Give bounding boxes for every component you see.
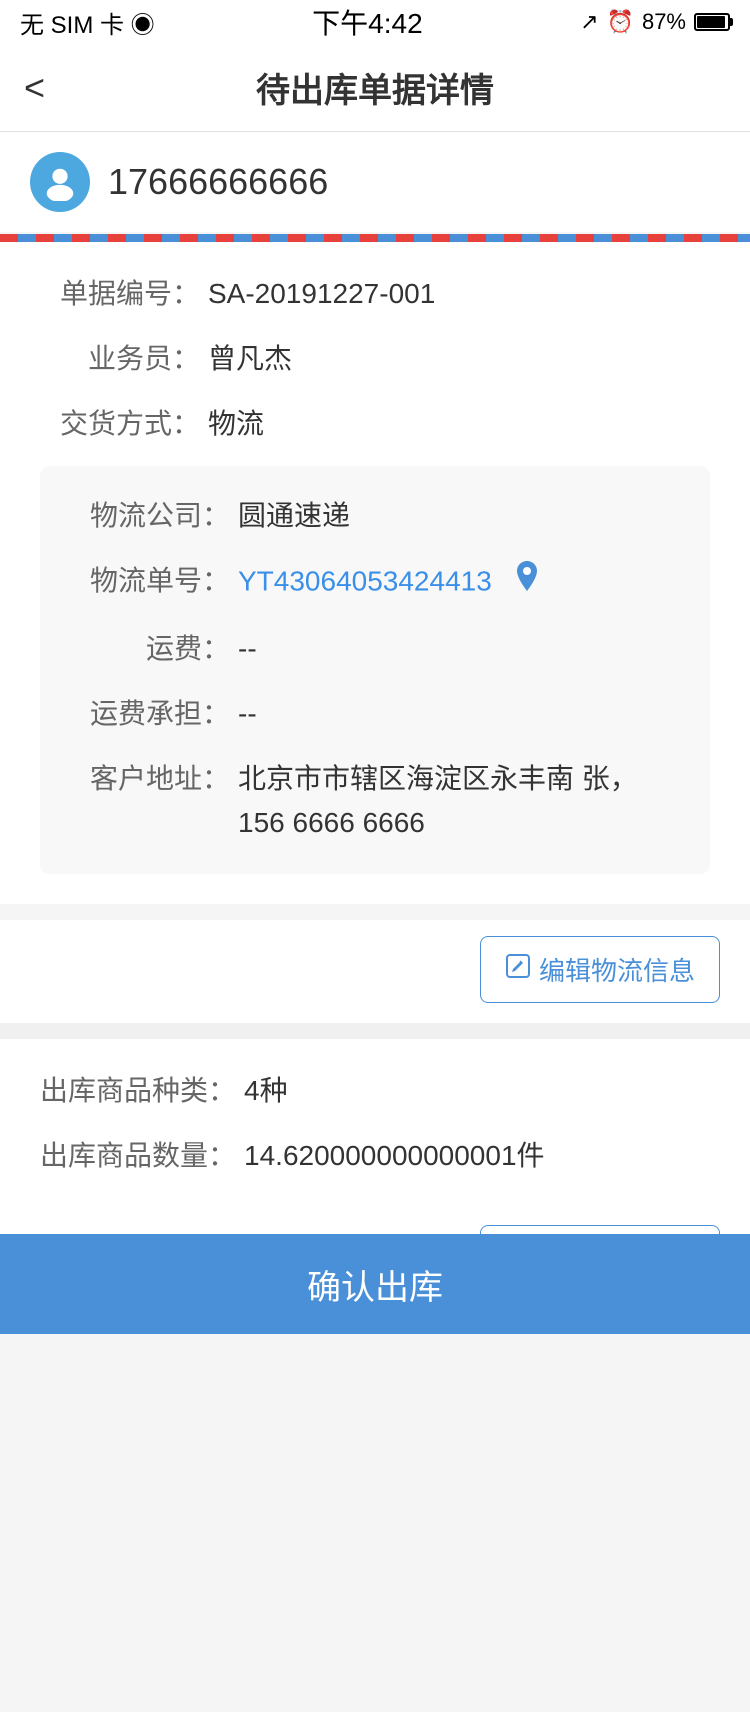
address-row: 客户地址： 北京市市辖区海淀区永丰南 张，156 6666 6666 (70, 757, 680, 847)
battery-icon (694, 13, 730, 31)
product-types-label: 出库商品种类： (40, 1069, 236, 1114)
customer-phone: 17666666666 (108, 161, 328, 203)
product-types-value: 4种 (244, 1069, 710, 1114)
location-icon-status: ↗ (580, 9, 598, 35)
status-time: 下午4:42 (312, 2, 423, 42)
delivery-value: 物流 (208, 402, 710, 447)
edit-logistics-area: 编辑物流信息 (0, 920, 750, 1023)
back-button[interactable]: < (24, 67, 45, 109)
freight-row: 运费： -- (70, 627, 680, 672)
status-right: ↗ ⏰ 87% (580, 9, 730, 35)
product-info-section: 出库商品种类： 4种 出库商品数量： 14.620000000000001件 (0, 1039, 750, 1209)
company-value: 圆通速递 (238, 494, 680, 539)
order-no-row: 单据编号： SA-20191227-001 (40, 272, 710, 317)
salesman-label: 业务员： (40, 337, 200, 382)
page-title: 待出库单据详情 (256, 63, 494, 112)
customer-avatar (30, 152, 90, 212)
freight-value: -- (238, 627, 680, 672)
freight-bearer-label: 运费承担： (70, 692, 230, 737)
edit-logistics-button[interactable]: 编辑物流信息 (480, 936, 720, 1003)
sim-signal: 无 SIM 卡 ◉ (20, 5, 155, 40)
order-no-value: SA-20191227-001 (208, 272, 710, 317)
product-types-row: 出库商品种类： 4种 (40, 1069, 710, 1114)
spacer (0, 1312, 750, 1612)
section-divider (0, 1023, 750, 1039)
status-left: 无 SIM 卡 ◉ (20, 5, 155, 40)
track-no-row: 物流单号： YT43064053424413 (70, 559, 680, 607)
address-value: 北京市市辖区海淀区永丰南 张，156 6666 6666 (238, 757, 680, 847)
delivery-row: 交货方式： 物流 (40, 402, 710, 447)
salesman-value: 曾凡杰 (208, 337, 710, 382)
nav-bar: < 待出库单据详情 (0, 44, 750, 132)
product-quantity-label: 出库商品数量： (40, 1134, 236, 1179)
edit-icon (505, 953, 531, 986)
company-row: 物流公司： 圆通速递 (70, 494, 680, 539)
location-pin-icon[interactable] (512, 559, 542, 607)
track-no-value: YT43064053424413 (238, 559, 680, 607)
company-label: 物流公司： (70, 494, 230, 539)
freight-bearer-row: 运费承担： -- (70, 692, 680, 737)
track-no-label: 物流单号： (70, 559, 230, 604)
product-quantity-value: 14.620000000000001件 (244, 1134, 710, 1179)
battery-label: 87% (642, 9, 686, 35)
customer-header: 17666666666 (0, 132, 750, 232)
alarm-icon: ⏰ (607, 9, 634, 35)
basic-info-section: 单据编号： SA-20191227-001 业务员： 曾凡杰 交货方式： 物流 … (0, 242, 750, 904)
logistics-card: 物流公司： 圆通速递 物流单号： YT43064053424413 运费： (40, 466, 710, 874)
product-quantity-row: 出库商品数量： 14.620000000000001件 (40, 1134, 710, 1179)
freight-label: 运费： (70, 627, 230, 672)
edit-logistics-label: 编辑物流信息 (539, 951, 695, 988)
delivery-label: 交货方式： (40, 402, 200, 447)
confirm-label: 确认出库 (307, 1260, 443, 1309)
confirm-outbound-button[interactable]: 确认出库 (0, 1234, 750, 1334)
address-label: 客户地址： (70, 757, 230, 802)
status-bar: 无 SIM 卡 ◉ 下午4:42 ↗ ⏰ 87% (0, 0, 750, 44)
dashed-divider (0, 234, 750, 242)
order-no-label: 单据编号： (40, 272, 200, 317)
salesman-row: 业务员： 曾凡杰 (40, 337, 710, 382)
freight-bearer-value: -- (238, 692, 680, 737)
